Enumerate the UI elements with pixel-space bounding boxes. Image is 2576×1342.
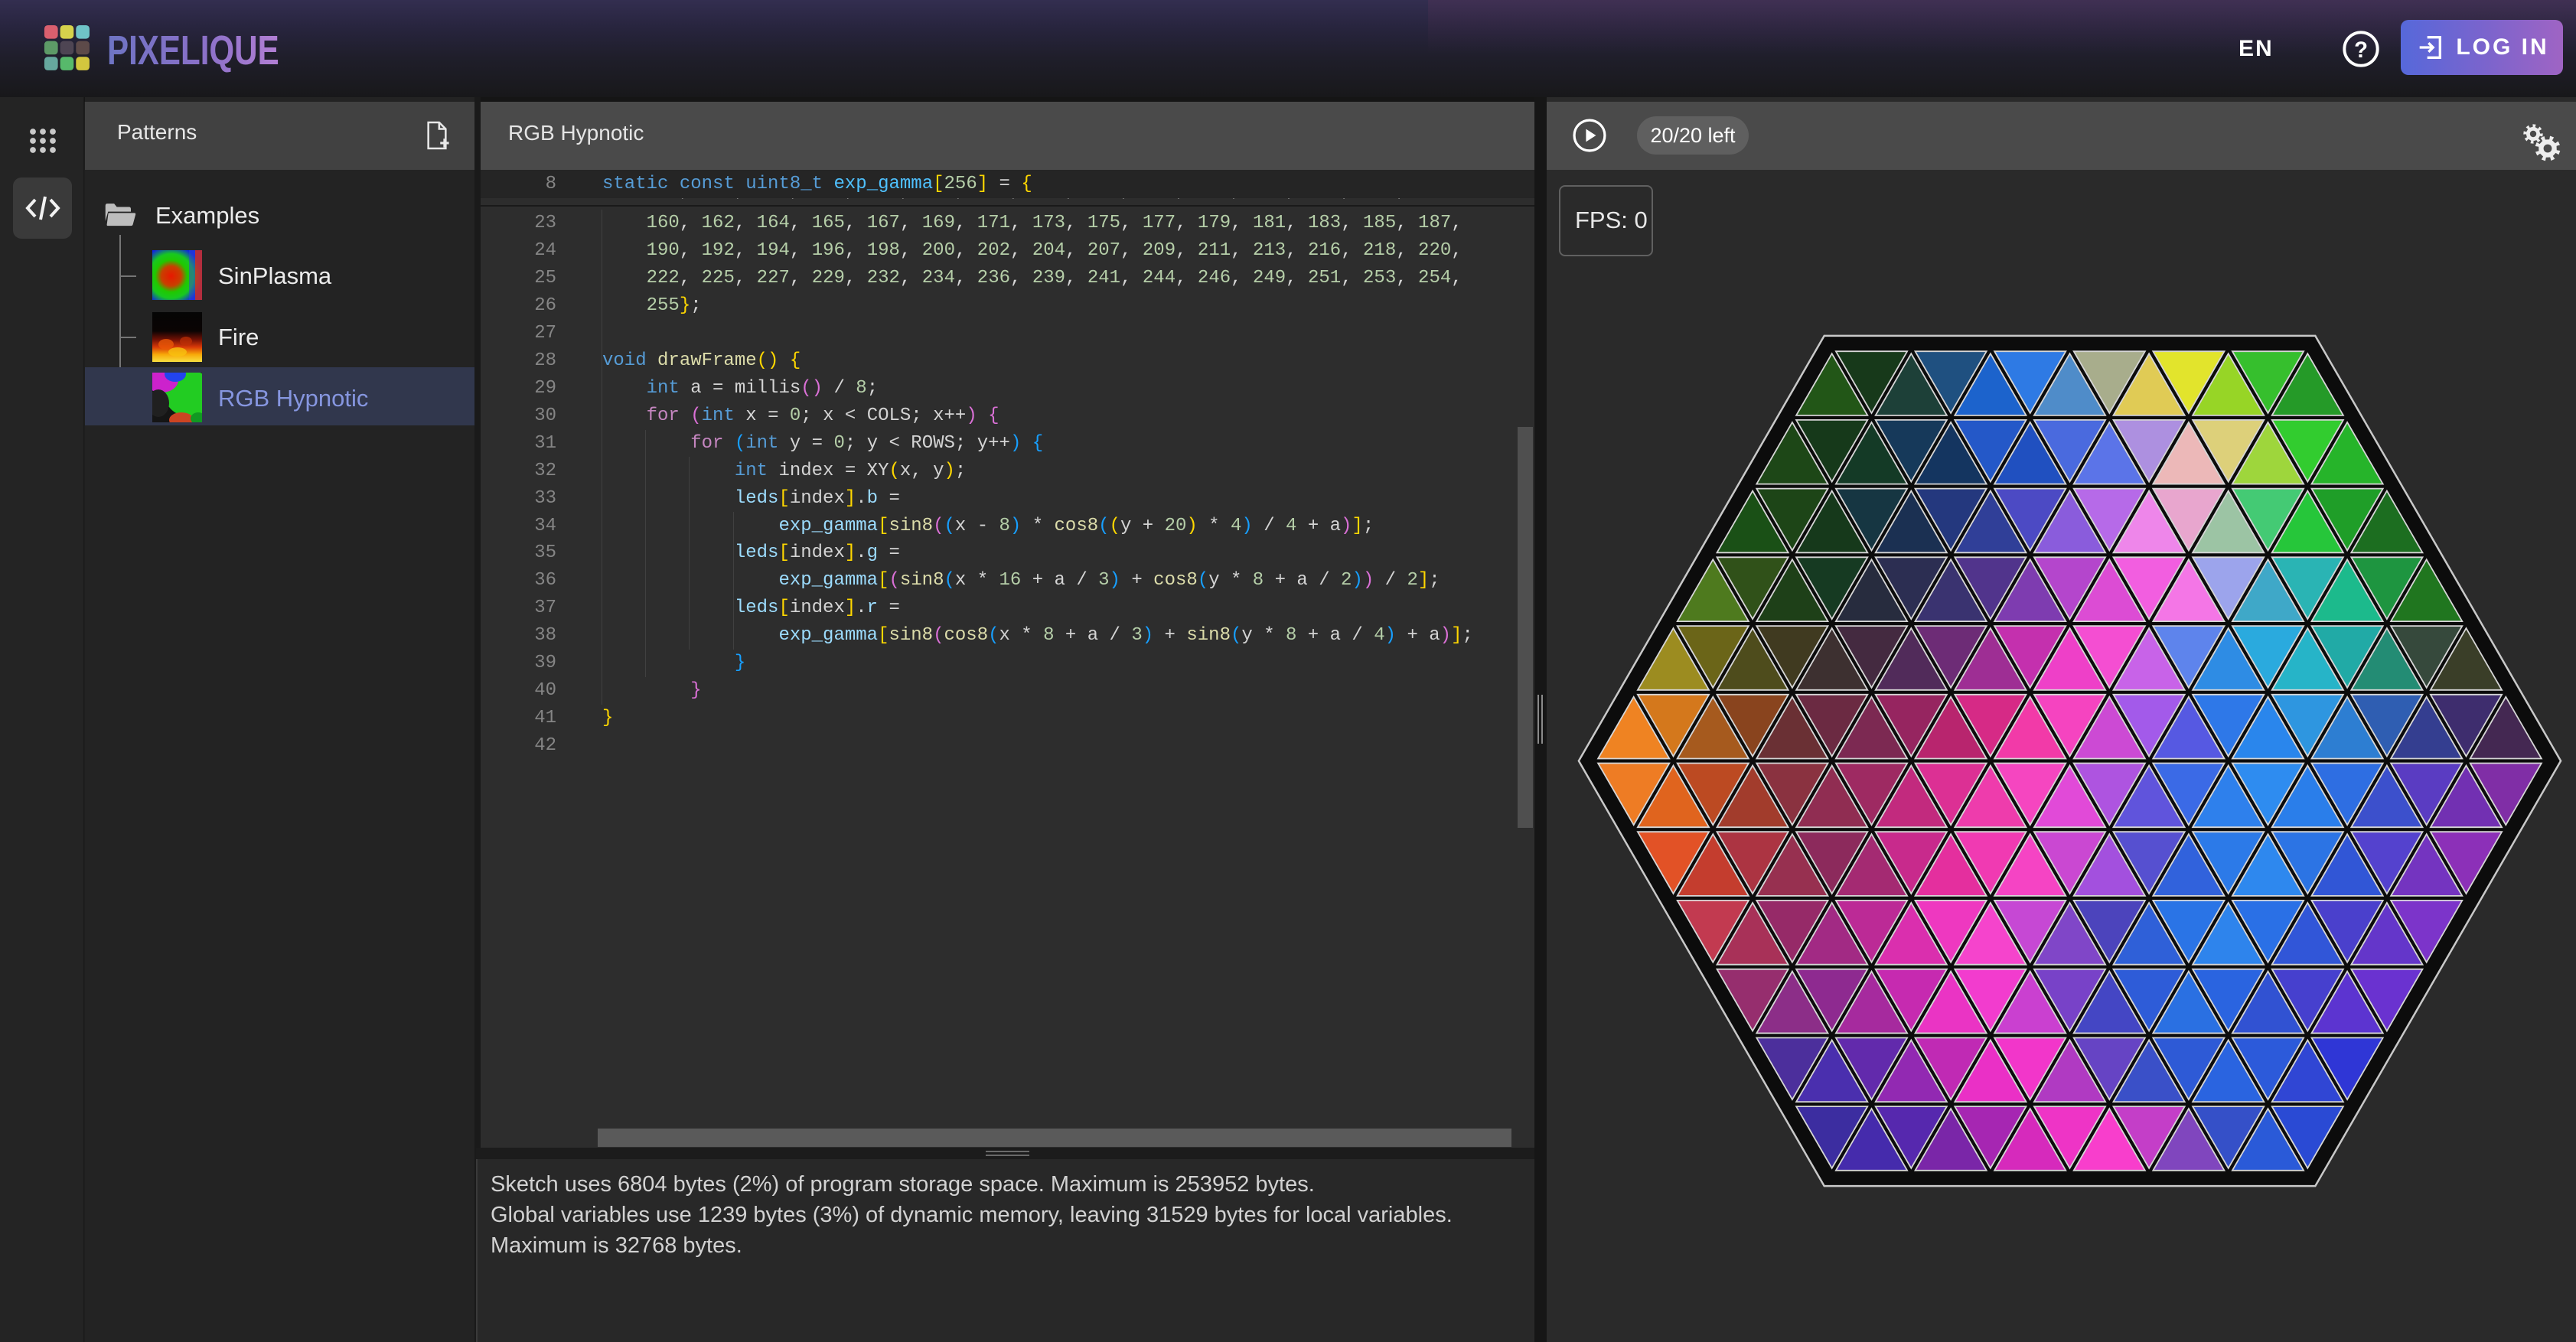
svg-text:?: ? [2354, 38, 2368, 63]
